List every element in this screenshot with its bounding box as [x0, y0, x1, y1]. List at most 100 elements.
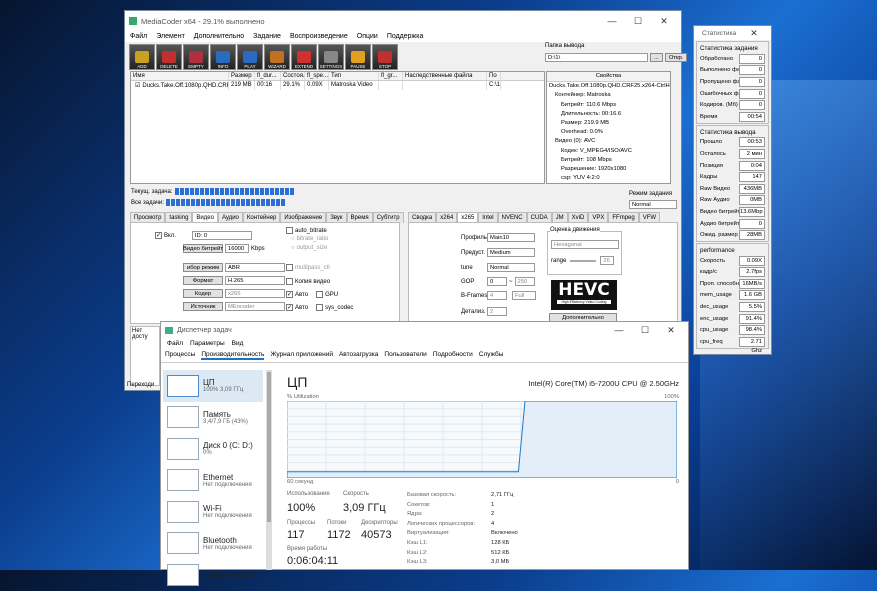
detail-select[interactable]: 2 — [487, 307, 507, 316]
video-bitrate-label[interactable]: Видео битрейт — [183, 244, 223, 253]
gop-max-select[interactable]: 250 — [514, 277, 535, 286]
tune-select[interactable]: Normal — [487, 263, 535, 272]
spec-label: Кэш L1: — [407, 540, 428, 546]
rate-mode-label[interactable]: ибор режим — [183, 263, 223, 272]
tm-tab[interactable]: Пользователи — [384, 351, 426, 360]
open-folder-button[interactable]: Откр. — [664, 53, 688, 62]
stat-value: 13.6Mbp — [739, 206, 765, 217]
profile-select[interactable]: Main10 — [487, 233, 535, 242]
sys-codec-checkbox[interactable] — [316, 304, 324, 311]
column-header[interactable]: fl_spe... — [305, 72, 329, 80]
preset-select[interactable]: Medium — [487, 248, 535, 257]
stat-close-icon[interactable]: ✕ — [741, 28, 767, 39]
tm-maximize-icon[interactable]: ☐ — [632, 325, 658, 336]
column-header[interactable]: Тип — [329, 72, 379, 80]
bframes-mode-select[interactable]: Full — [512, 291, 536, 300]
video-enable-checkbox[interactable]: ✓ — [155, 232, 162, 239]
tm-menu-item[interactable]: Файл — [167, 340, 183, 347]
sidebar-item[interactable]: Графический п — [163, 559, 263, 591]
menu-item[interactable]: Файл — [130, 33, 147, 40]
range-input[interactable]: 26 — [600, 256, 615, 265]
column-header[interactable]: fl_gr... — [379, 72, 403, 80]
output-stats-group: Статистика вывода Прошло 00:53 Осталось 2 м… — [696, 124, 769, 242]
tool-button-play[interactable]: PLAY — [237, 44, 263, 70]
rate-mode-select[interactable]: ABR — [225, 263, 285, 272]
output-folder-input[interactable]: D:\1\ — [545, 53, 648, 62]
tm-minimize-icon[interactable]: — — [606, 325, 632, 335]
column-header[interactable]: fl_dur... — [255, 72, 281, 80]
bframes-select[interactable]: 4 — [487, 291, 507, 300]
tm-tab[interactable]: Производительность — [201, 351, 265, 360]
menu-item[interactable]: Элемент — [156, 33, 185, 40]
tm-tab[interactable]: Процессы — [165, 351, 195, 360]
tool-button-wizard[interactable]: WIZARD — [264, 44, 290, 70]
menu-item[interactable]: Задание — [253, 33, 281, 40]
stat-row: Raw Аудио 0MB — [697, 195, 768, 207]
menu-item[interactable]: Поддержка — [387, 33, 424, 40]
format-select[interactable]: H.265 — [225, 276, 285, 285]
tm-menu-item[interactable]: Параметры — [190, 340, 225, 347]
column-header[interactable]: Размер — [229, 72, 255, 80]
sidebar-item[interactable]: ЦП 100% 3,09 ГГц — [163, 370, 263, 402]
sidebar-scrollbar[interactable] — [266, 370, 272, 570]
menu-item[interactable]: Дополнительно — [194, 33, 244, 40]
table-row[interactable]: ☑Ducks.Take.Off.1080p.QHD.CRF2...219 MB0… — [131, 81, 544, 90]
tool-button-stop[interactable]: STOP — [372, 44, 398, 70]
tool-button-empty[interactable]: EMPTY — [183, 44, 209, 70]
range-slider[interactable] — [570, 259, 597, 262]
spec-row: Сокетов: 1 — [407, 502, 494, 508]
stat-label: Позиция — [700, 162, 723, 169]
multipass-checkbox[interactable] — [286, 264, 293, 271]
tm-tab[interactable]: Службы — [479, 351, 504, 360]
minimize-icon[interactable]: — — [599, 16, 625, 26]
column-header[interactable]: Имя — [131, 72, 229, 80]
progress-segment — [270, 199, 275, 206]
progress-segment — [239, 188, 244, 195]
auto-bitrate-checkbox[interactable] — [286, 227, 293, 234]
tool-button-extend[interactable]: EXTEND — [291, 44, 317, 70]
column-header[interactable]: По — [487, 72, 501, 80]
sidebar-item[interactable]: Wi-Fi Нет подключения — [163, 496, 263, 528]
tool-button-add[interactable]: ADD — [129, 44, 155, 70]
tm-tab[interactable]: Автозагрузка — [339, 351, 378, 360]
motion-estimation-select[interactable]: Hexagonal — [551, 240, 619, 249]
format-label[interactable]: Формат — [183, 276, 223, 285]
source-select[interactable]: MEncoder — [225, 302, 285, 311]
tool-button-pause[interactable]: PAUSE — [345, 44, 371, 70]
column-header[interactable]: Состоя... — [281, 72, 305, 80]
task-mode-select[interactable]: Normal — [629, 200, 677, 209]
output-size-radio[interactable]: ○ — [291, 245, 295, 251]
row-checkbox[interactable]: ☑ — [133, 83, 142, 89]
gpu-checkbox[interactable] — [316, 291, 324, 298]
video-bitrate-input[interactable]: 16000 — [225, 244, 249, 253]
source-label[interactable]: Источник — [183, 302, 223, 311]
gop-min-select[interactable]: 0 — [487, 277, 507, 286]
tool-button-settings[interactable]: SETTINGS — [318, 44, 344, 70]
tm-tab[interactable]: Журнал приложений — [270, 351, 333, 360]
browse-button[interactable]: ... — [650, 53, 663, 62]
sidebar-item[interactable]: Ethernet Нет подключения — [163, 465, 263, 497]
column-header[interactable]: Наследственные файла — [403, 72, 487, 80]
sidebar-item[interactable]: Bluetooth Нет подключения — [163, 528, 263, 560]
tm-menu-item[interactable]: Вид — [232, 340, 244, 347]
progress-segment — [265, 199, 270, 206]
bitrate-ratio-radio[interactable]: ○ — [291, 236, 295, 242]
encoder-select[interactable]: x265 — [225, 289, 285, 298]
tool-button-info[interactable]: INFO — [210, 44, 236, 70]
auto-checkbox[interactable]: ✓ — [286, 291, 293, 298]
menu-item[interactable]: Воспроизведение — [290, 33, 348, 40]
stat-label: cpu_usage — [700, 327, 729, 334]
tm-tab[interactable]: Подробности — [433, 351, 473, 360]
maximize-icon[interactable]: ☐ — [625, 16, 651, 27]
tool-button-delete[interactable]: DELETE — [156, 44, 182, 70]
sidebar-item[interactable]: Диск 0 (C: D:) 0% — [163, 433, 263, 465]
video-id-select[interactable]: ID: 0 — [191, 231, 252, 240]
auto2-checkbox[interactable]: ✓ — [286, 304, 293, 311]
preview-status: Нет досту — [132, 328, 148, 340]
encoder-label[interactable]: Кодер — [183, 289, 223, 298]
copy-video-checkbox[interactable] — [286, 278, 293, 285]
sidebar-item[interactable]: Память 3,4/7,9 ГБ (43%) — [163, 402, 263, 434]
tm-close-icon[interactable]: ✕ — [658, 325, 684, 336]
menu-item[interactable]: Опции — [357, 33, 378, 40]
close-icon[interactable]: ✕ — [651, 16, 677, 27]
